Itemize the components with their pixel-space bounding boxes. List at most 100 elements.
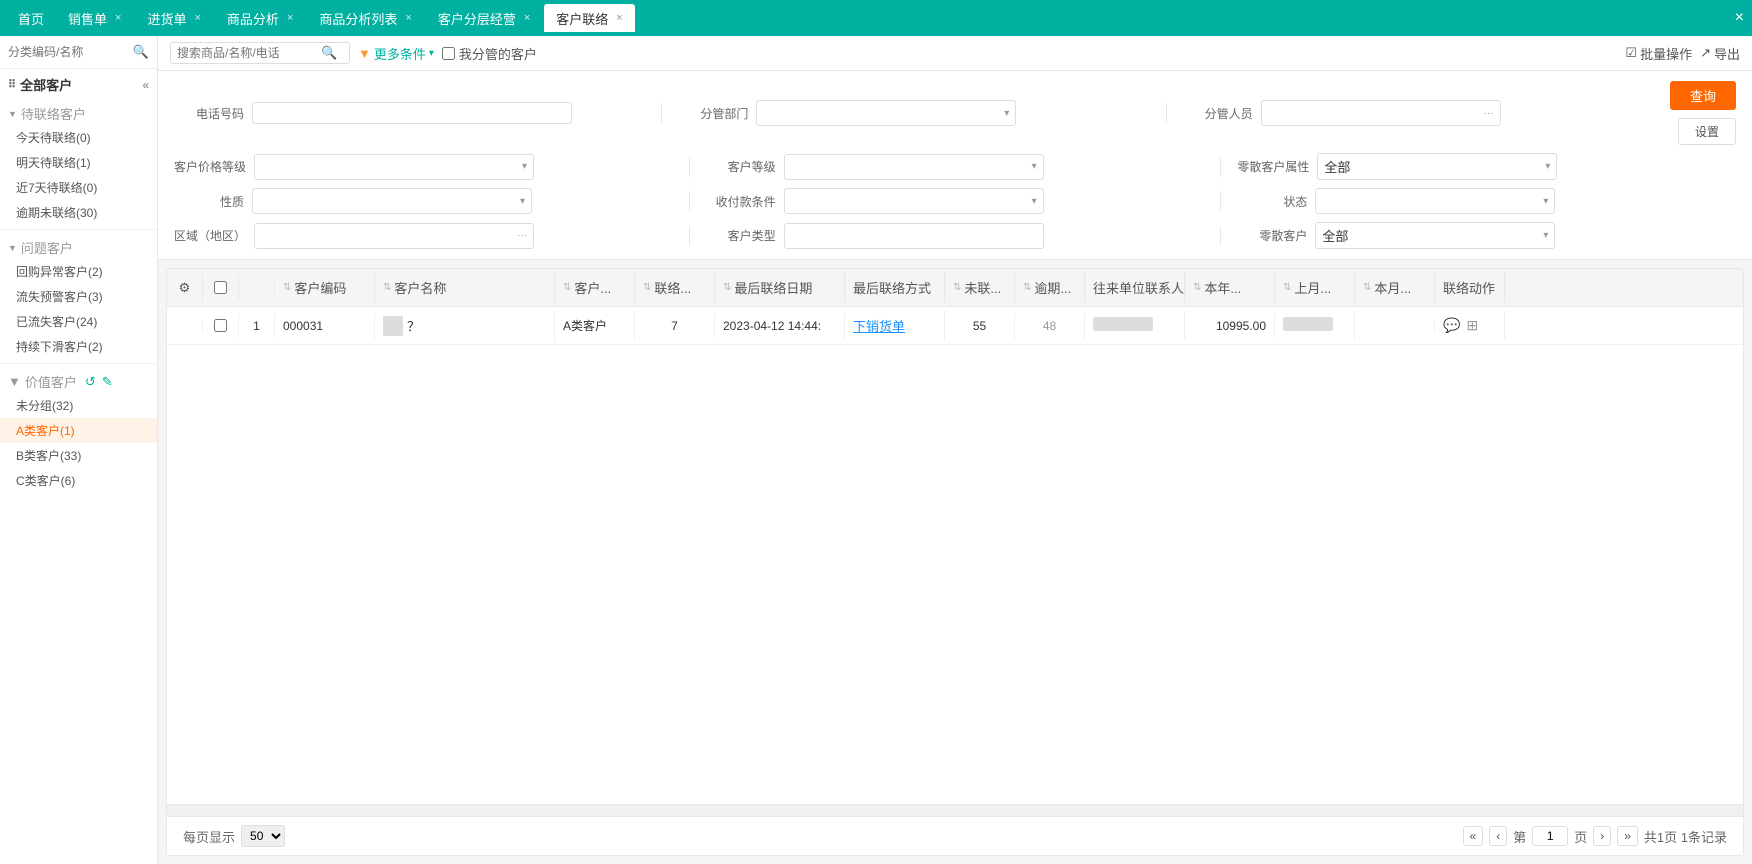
sidebar-item-declining[interactable]: 持续下滑客户(2) [0, 334, 157, 359]
per-page-select[interactable]: 50 [241, 825, 285, 847]
th-name[interactable]: ⇅ 客户名称 [375, 272, 555, 303]
sidebar-search-icon[interactable]: 🔍 [133, 44, 149, 60]
sidebar-item-7days[interactable]: 近7天待联络(0) [0, 175, 157, 200]
th-this-year[interactable]: ⇅ 本年... [1185, 272, 1275, 303]
row-checkbox[interactable] [214, 319, 227, 332]
sidebar-item-tomorrow[interactable]: 明天待联络(1) [0, 150, 157, 175]
td-last-month [1275, 311, 1355, 340]
main-layout: 🔍 ⠿ 全部客户 « ▼ 待联络客户 今天待联络(0) 明天待联络(1) 近7天… [0, 36, 1752, 864]
th-overdue[interactable]: ⇅ 逾期... [1015, 272, 1085, 303]
top-nav: 首页 销售单 × 进货单 × 商品分析 × 商品分析列表 × 客户分层经营 × … [0, 0, 1752, 36]
sidebar-collapse-btn[interactable]: « [142, 78, 149, 92]
next-page-btn[interactable]: › [1593, 826, 1611, 846]
customer-grade-select[interactable]: ▾ [784, 154, 1044, 180]
payment-select[interactable]: ▾ [784, 188, 1044, 214]
sidebar-item-class-c[interactable]: C类客户(6) [0, 468, 157, 493]
customer-type-label: 客户类型 [706, 227, 776, 244]
query-btn[interactable]: 查询 [1670, 81, 1736, 110]
customer-grade-field: 客户等级 ▾ [706, 154, 1205, 180]
price-grade-select[interactable]: ▾ [254, 154, 534, 180]
main-search-icon[interactable]: 🔍 [321, 45, 337, 61]
close-tab-purchase[interactable]: × [194, 12, 200, 24]
batch-op-btn[interactable]: ☑ 批量操作 [1625, 44, 1692, 63]
td-check[interactable] [203, 313, 239, 338]
nav-tab-purchase[interactable]: 进货单 × [135, 4, 212, 32]
nav-tab-customer-tier[interactable]: 客户分层经营 × [426, 4, 542, 32]
sort-icon-code: ⇅ [283, 282, 291, 293]
staff-select[interactable]: ··· [1261, 100, 1501, 126]
nav-tab-sales[interactable]: 销售单 × [56, 4, 133, 32]
close-tab-analysis[interactable]: × [287, 12, 293, 24]
th-last-method[interactable]: 最后联络方式 [845, 272, 945, 303]
close-all-btn[interactable]: × [1735, 9, 1744, 27]
nav-home[interactable]: 首页 [8, 9, 54, 28]
nature-select[interactable]: ▾ [252, 188, 532, 214]
my-customers-check[interactable]: 我分管的客户 [442, 44, 537, 63]
status-select[interactable]: ▾ [1315, 188, 1555, 214]
divider-v-4 [1220, 157, 1221, 177]
phone-input[interactable] [252, 102, 572, 124]
content-area: 🔍 ▼ 更多条件 ▾ 我分管的客户 ☑ 批量操作 ↗ 导出 [158, 36, 1752, 864]
nav-tab-analysis-list[interactable]: 商品分析列表 × [307, 4, 423, 32]
expand-triangle: ▼ [8, 109, 17, 119]
retail-customer-select[interactable]: 全部 ▾ [1315, 222, 1555, 249]
th-this-month[interactable]: ⇅ 本月... [1355, 272, 1435, 303]
my-customers-checkbox[interactable] [442, 47, 455, 60]
sort-icon-contact: ⇅ [643, 282, 651, 293]
close-tab-analysis-list[interactable]: × [405, 12, 411, 24]
horizontal-scrollbar[interactable] [167, 804, 1743, 816]
dept-select[interactable]: ▾ [756, 100, 1016, 126]
nav-tab-analysis[interactable]: 商品分析 × [215, 4, 305, 32]
select-all-checkbox[interactable] [214, 281, 227, 294]
grid-action-icon[interactable]: ⊞ [1466, 317, 1478, 334]
nav-tab-customer-contact[interactable]: 客户联络 × [544, 4, 634, 32]
retail-attr-select[interactable]: 全部 ▾ [1317, 153, 1557, 180]
th-code[interactable]: ⇅ 客户编码 [275, 272, 375, 303]
sidebar-search-input[interactable] [8, 45, 129, 59]
export-btn[interactable]: ↗ 导出 [1700, 44, 1740, 63]
sidebar-item-abnormal[interactable]: 回购异常客户(2) [0, 259, 157, 284]
th-unit-contact[interactable]: 往来单位联系人 [1085, 272, 1185, 303]
nature-arrow: ▾ [520, 196, 525, 207]
name-avatar [383, 316, 403, 336]
sidebar-item-class-a[interactable]: A类客户(1) [0, 418, 157, 443]
customer-type-select[interactable] [784, 223, 1044, 249]
main-search-input[interactable] [177, 46, 317, 60]
prev-page-btn[interactable]: ‹ [1489, 826, 1507, 846]
sidebar-item-unclassified[interactable]: 未分组(32) [0, 393, 157, 418]
edit-value-icon[interactable]: ✎ [102, 374, 113, 390]
current-page-input[interactable] [1532, 826, 1568, 846]
th-last-date[interactable]: ⇅ 最后联络日期 [715, 272, 845, 303]
sort-icon-no-contact: ⇅ [953, 282, 961, 293]
grid-icon: ⠿ [8, 78, 16, 91]
sidebar-item-today[interactable]: 今天待联络(0) [0, 125, 157, 150]
sidebar-item-overdue[interactable]: 逾期未联络(30) [0, 200, 157, 225]
dept-field: 分管部门 ▾ [678, 100, 1149, 126]
first-page-btn[interactable]: « [1463, 826, 1484, 846]
close-tab-customer-contact[interactable]: × [616, 12, 622, 24]
sidebar-item-class-b[interactable]: B类客户(33) [0, 443, 157, 468]
customer-grade-label: 客户等级 [706, 158, 776, 175]
th-check[interactable] [203, 275, 239, 300]
customer-grade-arrow: ▾ [1032, 161, 1037, 172]
th-no-contact[interactable]: ⇅ 未联... [945, 272, 1015, 303]
region-select[interactable]: ··· [254, 223, 534, 249]
refresh-value-icon[interactable]: ↺ [85, 374, 96, 390]
last-method-link[interactable]: 下销货单 [853, 319, 905, 334]
settings-gear-icon[interactable]: ⚙ [179, 280, 191, 296]
more-filters-btn[interactable]: ▼ 更多条件 ▾ [358, 44, 434, 63]
all-customers-header[interactable]: ⠿ 全部客户 « [0, 69, 157, 100]
close-tab-customer-tier[interactable]: × [524, 12, 530, 24]
sidebar-item-churn-warning[interactable]: 流失预警客户(3) [0, 284, 157, 309]
th-settings[interactable]: ⚙ [167, 274, 203, 302]
settings-btn[interactable]: 设置 [1678, 118, 1736, 145]
th-last-month[interactable]: ⇅ 上月... [1275, 272, 1355, 303]
th-type[interactable]: ⇅ 客户... [555, 272, 635, 303]
close-tab-sales[interactable]: × [115, 12, 121, 24]
th-contact[interactable]: ⇅ 联络... [635, 272, 715, 303]
chat-action-icon[interactable]: 💬 [1443, 317, 1460, 334]
td-last-method[interactable]: 下销货单 [845, 310, 945, 341]
last-page-btn[interactable]: » [1617, 826, 1638, 846]
sidebar-item-churned[interactable]: 已流失客户(24) [0, 309, 157, 334]
table-scroll-area[interactable]: 1 000031 ？ A类客户 7 2023-04-12 14:44: 下销货单 [167, 307, 1743, 804]
